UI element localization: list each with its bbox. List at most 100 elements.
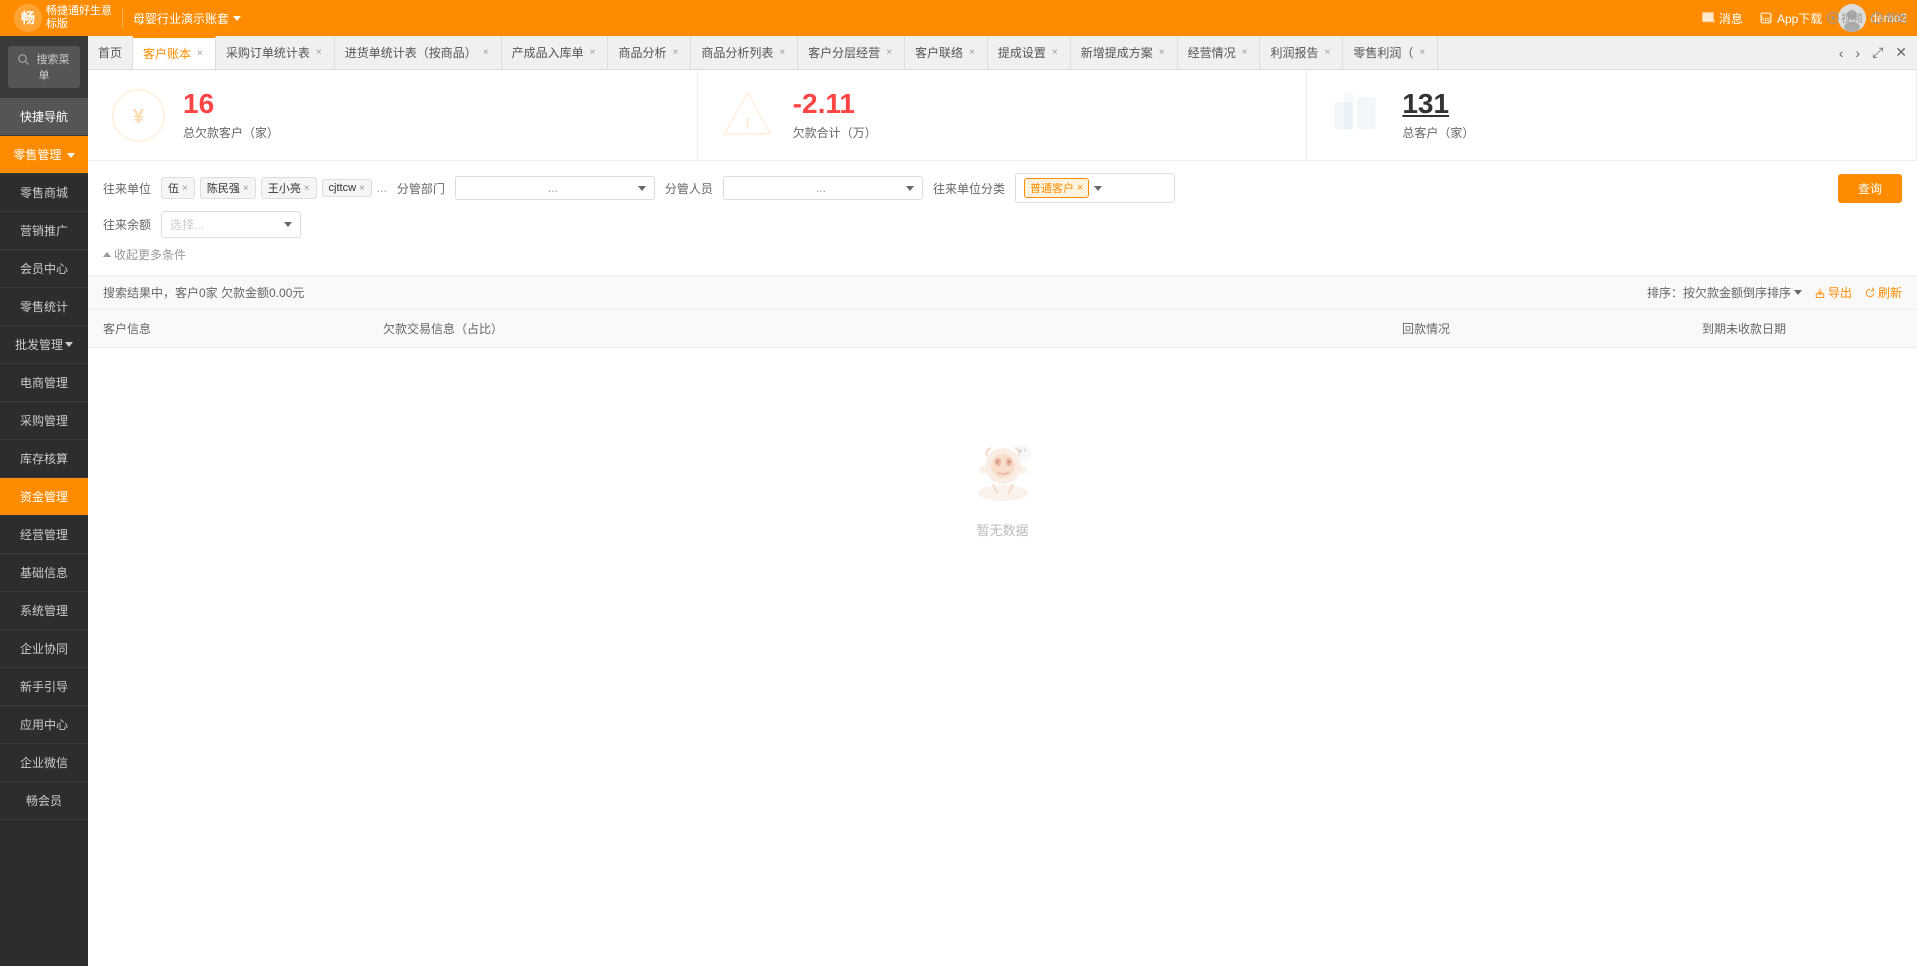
tab-close-customer-contact[interactable]: × <box>967 46 977 59</box>
tab-purchase-order[interactable]: 采购订单统计表 × <box>216 36 335 70</box>
unit-tag-cjttcw[interactable]: cjttcw × <box>322 179 372 197</box>
unit-tag-wu[interactable]: 伍 × <box>161 177 195 199</box>
tab-customer-contact[interactable]: 客户联络 × <box>905 36 988 70</box>
tab-profit-report[interactable]: 利润报告 × <box>1260 36 1343 70</box>
page-content: ¥ 16 总欠款客户（家） ! <box>88 70 1917 966</box>
sidebar-search-btn[interactable]: 搜索菜单 <box>0 36 88 98</box>
tab-customer-tier[interactable]: 客户分层经营 × <box>798 36 905 70</box>
col-header-credit: 欠款交易信息（占比） <box>383 320 1402 337</box>
sidebar-item-finance[interactable]: 资金管理 <box>0 478 88 516</box>
stat-value-amount: -2.11 <box>793 89 877 120</box>
sidebar-item-enterprise[interactable]: 企业协同 <box>0 630 88 668</box>
tab-close-profit-report[interactable]: × <box>1322 46 1332 59</box>
tab-raise-settings[interactable]: 提成设置 × <box>988 36 1071 70</box>
stat-card-total-overdue: ! -2.11 欠款合计（万） <box>698 70 1308 160</box>
stat-icon-overdue: ! <box>718 85 778 145</box>
col-header-customer: 客户信息 <box>103 320 383 337</box>
stat-icon-customers: ¥ <box>108 85 168 145</box>
tab-close-new-achievement[interactable]: × <box>1157 46 1167 59</box>
tab-nav-left[interactable]: ‹ <box>1835 43 1848 63</box>
tab-close-product-inbound[interactable]: × <box>588 46 598 59</box>
unit-type-select[interactable]: 普通客户 × <box>1015 173 1175 203</box>
tab-close-customer-tier[interactable]: × <box>884 46 894 59</box>
results-bar: 搜索结果中，客户0家 欠款金额0.00元 排序：按欠款金额倒序排序 导出 <box>88 276 1917 310</box>
tab-close-raise-settings[interactable]: × <box>1050 46 1060 59</box>
sidebar-item-vip[interactable]: 畅会员 <box>0 782 88 820</box>
dept-select[interactable]: ... <box>455 176 655 200</box>
logo-icon: 畅 <box>10 0 46 36</box>
svg-text:!: ! <box>746 116 750 132</box>
collapse-icon <box>103 252 111 257</box>
tab-close-all[interactable]: ✕ <box>1891 42 1911 63</box>
unit-type-label: 往来单位分类 <box>933 180 1005 197</box>
unit-tag-wang-close[interactable]: × <box>304 183 310 194</box>
unit-type-chevron-icon <box>1094 186 1102 191</box>
collapse-btn[interactable]: 收起更多条件 <box>103 246 1902 263</box>
tab-expand[interactable]: ⤢ <box>1868 42 1887 63</box>
sidebar-item-inventory[interactable]: 库存核算 <box>0 440 88 478</box>
query-btn[interactable]: 查询 <box>1838 174 1902 203</box>
logo-text: 畅捷通好生意 标版 <box>46 5 112 31</box>
tab-retail-profit[interactable]: 零售利润（ × <box>1343 36 1438 70</box>
unit-type-tag-close[interactable]: × <box>1077 182 1083 194</box>
tab-new-achievement[interactable]: 新增提成方案 × <box>1071 36 1178 70</box>
sidebar-item-purchase[interactable]: 采购管理 <box>0 402 88 440</box>
sidebar-item-apps[interactable]: 应用中心 <box>0 706 88 744</box>
unit-tag-cjttcw-close[interactable]: × <box>359 183 365 194</box>
col-header-repay: 回款情况 <box>1402 320 1702 337</box>
top-bar: 畅 畅捷通好生意 标版 母婴行业演示账套 消息 App App下载 <box>0 0 1917 36</box>
tab-product-analysis-list[interactable]: 商品分析列表 × <box>691 36 798 70</box>
tab-close-purchase-order[interactable]: × <box>314 46 324 59</box>
account-dropdown[interactable]: 母婴行业演示账套 <box>133 10 241 27</box>
sort-btn[interactable]: 排序：按欠款金额倒序排序 <box>1647 284 1802 301</box>
person-dots[interactable]: ... <box>816 181 826 195</box>
message-btn[interactable]: 消息 <box>1701 10 1743 27</box>
tab-close-retail-profit[interactable]: × <box>1417 46 1427 59</box>
sidebar-item-wechat[interactable]: 企业微信 <box>0 744 88 782</box>
sidebar-nav-btn[interactable]: 快捷导航 <box>0 98 88 136</box>
more-tags-btn[interactable]: ... <box>377 181 387 195</box>
unit-label: 往来单位 <box>103 180 151 197</box>
person-chevron-icon <box>906 186 914 191</box>
stat-label-overdue: 总欠款客户（家） <box>183 124 279 141</box>
app-download-btn[interactable]: App App下载 <box>1759 10 1822 27</box>
tab-product-analysis[interactable]: 商品分析 × <box>608 36 691 70</box>
tab-product-inbound[interactable]: 产成品入库单 × <box>502 36 609 70</box>
sidebar-item-ecommerce[interactable]: 电商管理 <box>0 364 88 402</box>
sidebar-item-batch-mgmt[interactable]: 批发管理 <box>0 326 88 364</box>
sidebar-item-retail-stat[interactable]: 零售统计 <box>0 288 88 326</box>
dept-dots[interactable]: ... <box>548 181 558 195</box>
sidebar-item-member[interactable]: 会员中心 <box>0 250 88 288</box>
tab-close-incoming-stat[interactable]: × <box>481 46 491 59</box>
sidebar-item-retail-mgmt[interactable]: 零售管理 <box>0 136 88 174</box>
tab-incoming-stat[interactable]: 进货单统计表（按商品） × <box>335 36 502 70</box>
unit-tags-container: 伍 × 陈民强 × 王小亮 × <box>161 177 387 199</box>
tab-nav-right[interactable]: › <box>1851 43 1864 63</box>
sidebar-item-basic[interactable]: 基础信息 <box>0 554 88 592</box>
unit-tag-chen[interactable]: 陈民强 × <box>200 177 256 199</box>
stat-value-total[interactable]: 131 <box>1402 89 1474 120</box>
empty-icon <box>963 428 1043 508</box>
stats-bar: ¥ 16 总欠款客户（家） ! <box>88 70 1917 161</box>
tab-accounts-receivable[interactable]: 客户账本 × <box>133 36 216 70</box>
person-select[interactable]: ... <box>723 176 923 200</box>
sidebar-item-newbie[interactable]: 新手引导 <box>0 668 88 706</box>
sidebar-item-marketing[interactable]: 营销推广 <box>0 212 88 250</box>
tab-close-accounts-receivable[interactable]: × <box>195 47 205 60</box>
tab-home[interactable]: 首页 <box>88 36 133 70</box>
stat-info-total-overdue: -2.11 欠款合计（万） <box>793 89 877 141</box>
sidebar-item-retail-mall[interactable]: 零售商城 <box>0 174 88 212</box>
tab-close-product-analysis[interactable]: × <box>670 46 680 59</box>
sidebar-item-system[interactable]: 系统管理 <box>0 592 88 630</box>
tab-close-business-situation[interactable]: × <box>1240 46 1250 59</box>
export-btn[interactable]: 导出 <box>1814 284 1852 301</box>
tab-bar-actions: ‹ › ⤢ ✕ <box>1829 42 1917 63</box>
unit-tag-wang[interactable]: 王小亮 × <box>261 177 317 199</box>
tab-close-product-analysis-list[interactable]: × <box>777 46 787 59</box>
tab-business-situation[interactable]: 经营情况 × <box>1178 36 1261 70</box>
unit-tag-wu-close[interactable]: × <box>182 183 188 194</box>
unit-tag-chen-close[interactable]: × <box>243 183 249 194</box>
refresh-btn[interactable]: 刷新 <box>1864 284 1902 301</box>
balance-select[interactable]: 选择... <box>161 211 301 238</box>
sidebar-item-ops[interactable]: 经营管理 <box>0 516 88 554</box>
